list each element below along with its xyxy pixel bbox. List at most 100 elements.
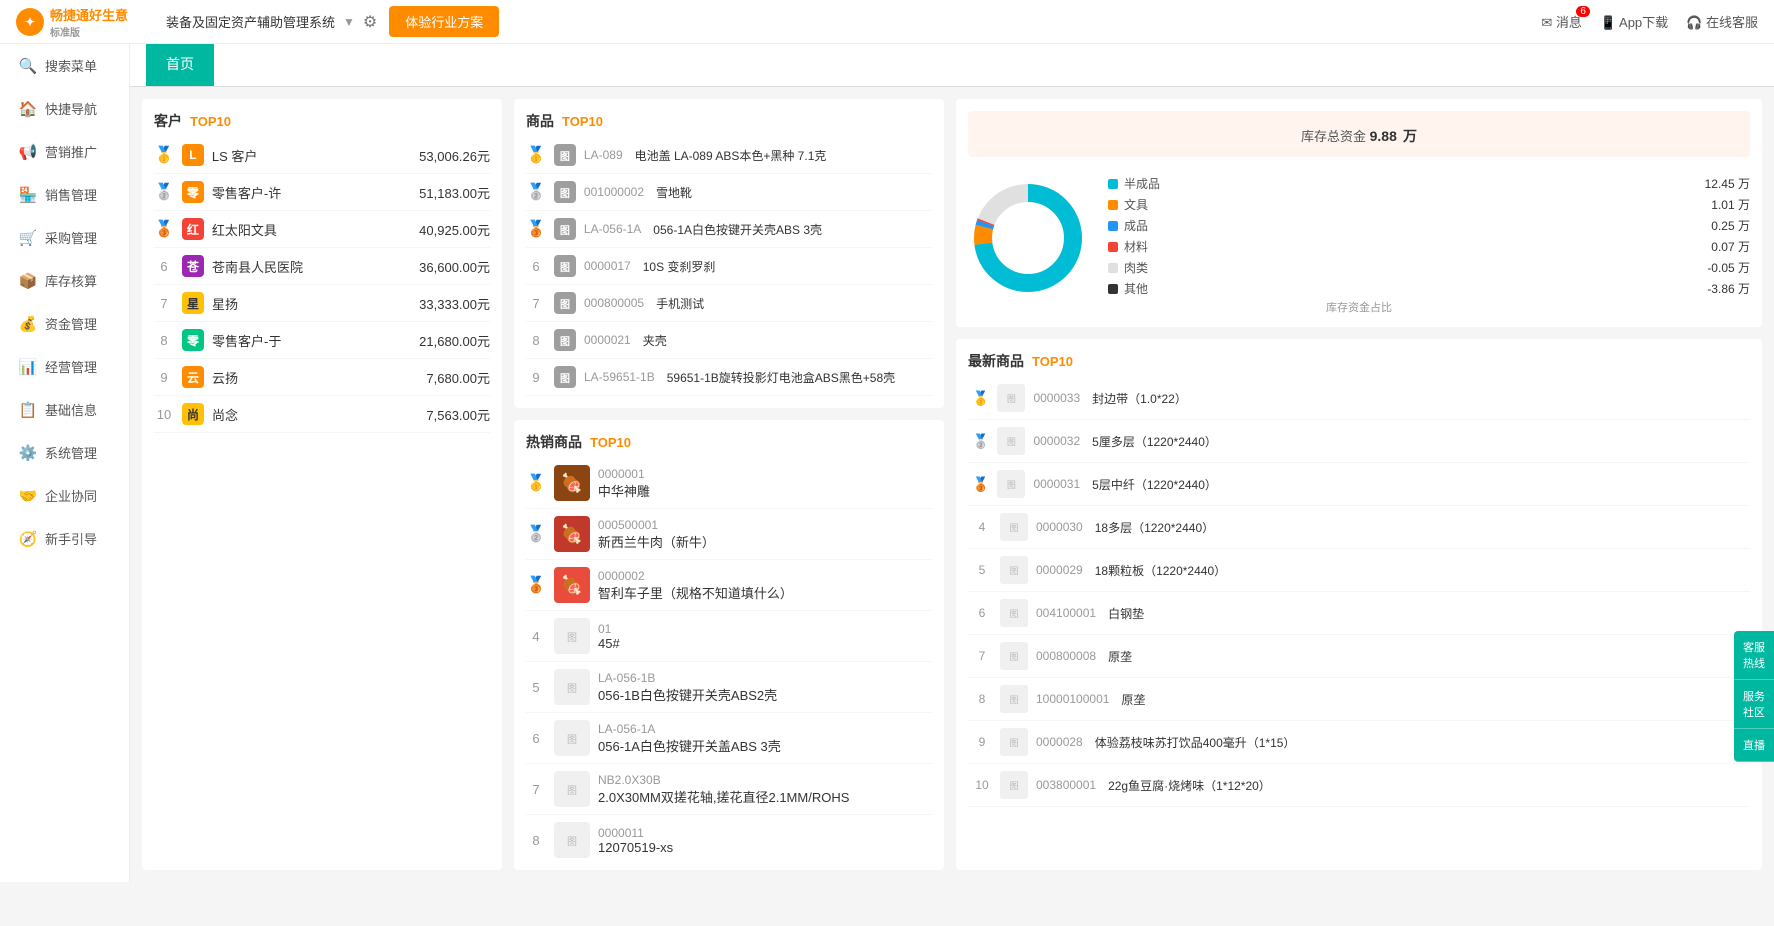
product-code: 0000001 bbox=[598, 467, 932, 481]
product-image: 图 bbox=[554, 771, 590, 807]
sidebar-item-sales[interactable]: 🏪 销售管理 bbox=[0, 173, 129, 216]
product-code: 0000002 bbox=[598, 569, 932, 583]
product-name: 原垄 bbox=[1108, 648, 1746, 665]
donut-svg bbox=[968, 178, 1088, 298]
logo-sub: 标准版 bbox=[50, 24, 128, 39]
sidebar-item-operation[interactable]: 📊 经营管理 bbox=[0, 345, 129, 388]
sidebar-item-guide[interactable]: 🧭 新手引导 bbox=[0, 517, 129, 560]
product-name: 056-1A白色按键开关盖ABS 3壳 bbox=[598, 736, 932, 755]
float-btn-community[interactable]: 服务社区 bbox=[1734, 680, 1774, 729]
customer-badge: 红 bbox=[182, 218, 204, 240]
finance-icon: 💰 bbox=[19, 315, 37, 333]
product-img: 图 bbox=[997, 384, 1025, 412]
hot-product-row: 4 图 01 45# bbox=[526, 611, 932, 662]
app-download-button[interactable]: 📱 App下载 bbox=[1600, 12, 1668, 31]
medal-bronze-icon: 🥉 bbox=[526, 219, 546, 239]
marketing-icon: 📢 bbox=[19, 143, 37, 161]
new-product-row: 9 图 0000028 体验荔枝味苏打饮品400毫升（1*15） bbox=[968, 721, 1750, 764]
messages-button[interactable]: ✉ 6 消息 bbox=[1541, 12, 1582, 31]
rank-number: 9 bbox=[972, 735, 992, 749]
product-image: 图 bbox=[554, 618, 590, 654]
customer-amount: 40,925.00元 bbox=[419, 220, 490, 239]
customer-row: 9 云 云扬 7,680.00元 bbox=[154, 359, 490, 396]
product-info: LA-056-1A 056-1A白色按键开关盖ABS 3壳 bbox=[598, 722, 932, 755]
hot-product-row: 🥈 🍖 000500001 新西兰牛肉（新牛） bbox=[526, 509, 932, 560]
sidebar-item-finance[interactable]: 💰 资金管理 bbox=[0, 302, 129, 345]
product-name: 体验荔枝味苏打饮品400毫升（1*15） bbox=[1095, 734, 1746, 751]
sidebar-item-quicknav[interactable]: 🏠 快捷导航 bbox=[0, 87, 129, 130]
product-code: 0000021 bbox=[584, 333, 631, 347]
rank-number: 5 bbox=[526, 680, 546, 695]
product-code: LA-089 bbox=[584, 148, 623, 162]
sidebar-item-marketing[interactable]: 📢 营销推广 bbox=[0, 130, 129, 173]
sidebar-item-purchase[interactable]: 🛒 采购管理 bbox=[0, 216, 129, 259]
product-info: NB2.0X30B 2.0X30MM双搓花轴,搓花直径2.1MM/ROHS bbox=[598, 773, 932, 806]
gear-icon[interactable]: ⚙ bbox=[363, 12, 377, 32]
collab-icon: 🤝 bbox=[19, 487, 37, 505]
product-img: 图 bbox=[1000, 685, 1028, 713]
sidebar-item-search[interactable]: 🔍 搜索菜单 bbox=[0, 44, 129, 87]
float-btn-service[interactable]: 客服热线 bbox=[1734, 631, 1774, 680]
sidebar-item-basic[interactable]: 📋 基础信息 bbox=[0, 388, 129, 431]
trial-button[interactable]: 体验行业方案 bbox=[389, 6, 499, 37]
legend-value: 12.45 万 bbox=[1705, 175, 1750, 192]
customer-row: 7 星 星扬 33,333.00元 bbox=[154, 285, 490, 322]
tab-home[interactable]: 首页 bbox=[146, 44, 214, 86]
new-product-row: 7 图 000800008 原垄 bbox=[968, 635, 1750, 678]
customer-top10-panel: 客户 TOP10 🥇 L LS 客户 53,006.26元 🥈 零 零售客户-许… bbox=[142, 99, 502, 870]
rank-number: 9 bbox=[526, 370, 546, 385]
customer-name: LS 客户 bbox=[212, 146, 411, 165]
customer-amount: 7,680.00元 bbox=[426, 368, 490, 387]
sell-products-header: 商品 TOP10 bbox=[526, 111, 932, 131]
new-products-title: 最新商品 bbox=[968, 351, 1024, 371]
medal-gold-icon: 🥇 bbox=[154, 145, 174, 165]
sell-product-row: 9 图 LA-59651-1B 59651-1B旋转投影灯电池盒ABS黑色+58… bbox=[526, 359, 932, 396]
product-img: 图 bbox=[1000, 556, 1028, 584]
inventory-panel: 库存总资金 9.88 万 bbox=[956, 99, 1762, 327]
rank-number: 10 bbox=[972, 778, 992, 792]
inventory-total-value: 9.88 万 bbox=[1370, 121, 1417, 146]
sidebar-item-system[interactable]: ⚙️ 系统管理 bbox=[0, 431, 129, 474]
sell-product-row: 8 图 0000021 夹壳 bbox=[526, 322, 932, 359]
sidebar-label-search: 搜索菜单 bbox=[45, 56, 97, 75]
rank-number: 6 bbox=[972, 606, 992, 620]
rank-number: 5 bbox=[972, 563, 992, 577]
product-img-placeholder: 图 bbox=[554, 366, 576, 388]
customer-amount: 33,333.00元 bbox=[419, 294, 490, 313]
app-label: App下载 bbox=[1619, 15, 1668, 30]
sell-products-panel: 商品 TOP10 🥇 图 LA-089 电池盖 LA-089 ABS本色+黑种 … bbox=[514, 99, 944, 408]
sidebar-label-purchase: 采购管理 bbox=[45, 228, 97, 247]
main-content: 首页 客户 TOP10 🥇 L LS 客户 53,006.26元 🥈 零 零售客… bbox=[130, 44, 1774, 882]
rank-number: 8 bbox=[154, 333, 174, 348]
rank-number: 9 bbox=[154, 370, 174, 385]
product-code: 0000031 bbox=[1033, 477, 1080, 491]
sidebar-label-quicknav: 快捷导航 bbox=[45, 99, 97, 118]
customer-badge: 苍 bbox=[182, 255, 204, 277]
sidebar-item-collab[interactable]: 🤝 企业协同 bbox=[0, 474, 129, 517]
rank-number: 10 bbox=[154, 407, 174, 422]
product-code: 0000017 bbox=[584, 259, 631, 273]
product-code: 0000029 bbox=[1036, 563, 1083, 577]
customer-badge: 星 bbox=[182, 292, 204, 314]
rank-number: 7 bbox=[526, 296, 546, 311]
rank-number: 6 bbox=[526, 259, 546, 274]
sidebar-label-guide: 新手引导 bbox=[45, 529, 97, 548]
float-btn-live[interactable]: 直播 bbox=[1734, 729, 1774, 762]
system-selector[interactable]: 装备及固定资产辅助管理系统 ▼ ⚙ bbox=[166, 12, 377, 32]
online-service-button[interactable]: 🎧 在线客服 bbox=[1686, 12, 1758, 31]
chart-area: 半成品文具成品材料肉类其他 12.45 万1.01 万0.25 万0.07 万-… bbox=[968, 167, 1750, 309]
customer-rows: 🥇 L LS 客户 53,006.26元 🥈 零 零售客户-许 51,183.0… bbox=[154, 137, 490, 433]
dropdown-arrow-icon: ▼ bbox=[343, 15, 355, 29]
product-name: 18颗粒板（1220*2440） bbox=[1095, 562, 1746, 579]
legend-value: 0.07 万 bbox=[1705, 238, 1750, 255]
inventory-total-label: 库存总资金 bbox=[1301, 129, 1366, 144]
sidebar-item-inventory[interactable]: 📦 库存核算 bbox=[0, 259, 129, 302]
sell-product-row: 6 图 0000017 10S 变刹罗刹 bbox=[526, 248, 932, 285]
customer-badge: 零 bbox=[182, 329, 204, 351]
legend-dot bbox=[1108, 242, 1118, 252]
sell-product-row: 7 图 000800005 手机测试 bbox=[526, 285, 932, 322]
legend-value: 0.25 万 bbox=[1705, 217, 1750, 234]
customer-name: 零售客户-许 bbox=[212, 183, 411, 202]
hot-product-row: 7 图 NB2.0X30B 2.0X30MM双搓花轴,搓花直径2.1MM/ROH… bbox=[526, 764, 932, 815]
hot-products-header: 热销商品 TOP10 bbox=[526, 432, 932, 452]
